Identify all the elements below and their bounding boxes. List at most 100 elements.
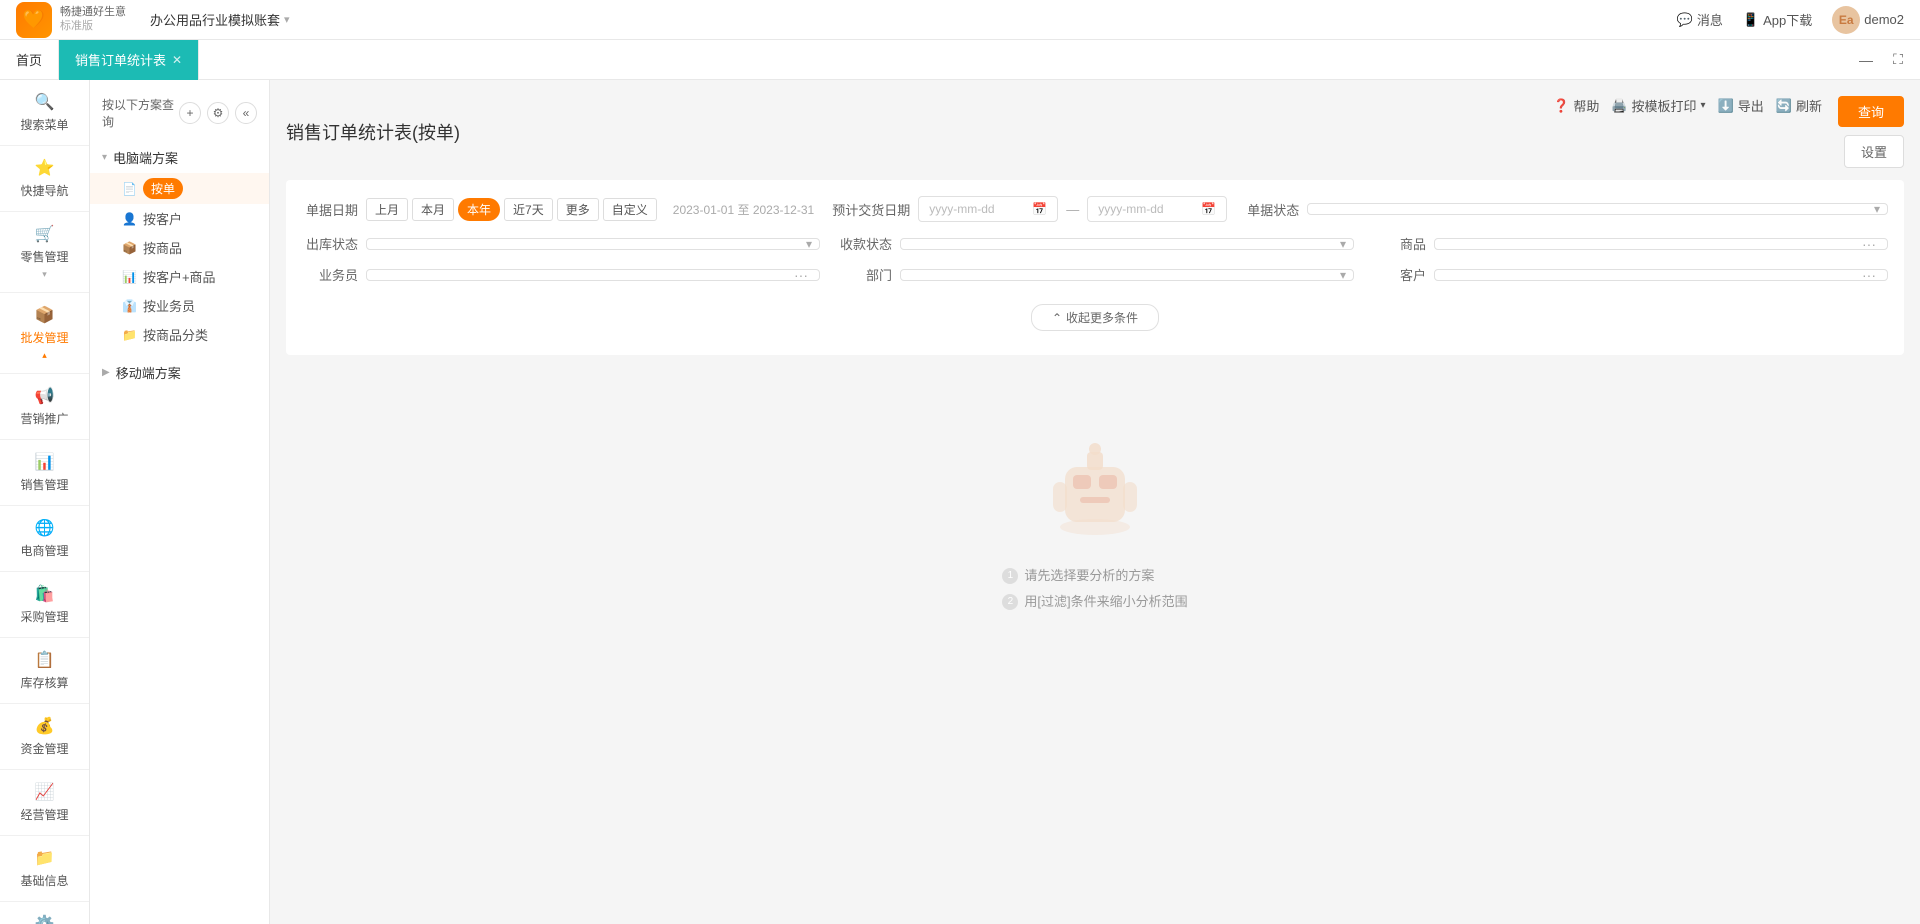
tree-child-by-customer-goods[interactable]: 📊 按客户+商品 [90, 262, 269, 291]
filter-row-1: 单据日期 上月 本月 本年 近7天 更多 自定义 2023-01-01 至 20… [302, 196, 1888, 222]
sidebar-item-sales[interactable]: 📊 销售管理 [0, 440, 89, 506]
chevron-down-icon: ▾ [1340, 268, 1346, 282]
tab-bar: 首页 销售订单统计表 ✕ — ⛶ [0, 40, 1920, 80]
sales-icon: 📊 [35, 452, 55, 472]
inventory-icon: 📋 [35, 650, 55, 670]
help-icon: ❓ [1553, 98, 1569, 114]
doc-status-select[interactable] [1307, 203, 1888, 215]
salesman-icon: 👔 [122, 299, 137, 313]
tree-child-by-goods[interactable]: 📦 按商品 [90, 233, 269, 262]
export-icon: ⬇️ [1718, 98, 1734, 114]
empty-state: 1 请先选择要分析的方案 2 用[过滤]条件来缩小分析范围 [286, 367, 1904, 675]
system-icon: ⚙️ [35, 914, 55, 924]
sidebar-item-inventory[interactable]: 📋 库存核算 [0, 638, 89, 704]
collapse-panel-btn[interactable]: « [235, 102, 257, 124]
salesman-more-icon[interactable]: ··· [790, 267, 812, 283]
customer-select[interactable] [1434, 269, 1888, 281]
sidebar-item-purchase[interactable]: 🛍️ 采购管理 [0, 572, 89, 638]
last-month-btn[interactable]: 上月 [366, 198, 408, 221]
sidebar-item-ecommerce[interactable]: 🌐 电商管理 [0, 506, 89, 572]
tree-child-by-order[interactable]: 📄 按单 [90, 173, 269, 204]
sidebar-item-retail[interactable]: 🛒 零售管理 ▾ [0, 212, 89, 293]
user-avatar-btn[interactable]: Ea demo2 [1832, 6, 1904, 34]
sidebar-item-marketing[interactable]: 📢 营销推广 [0, 374, 89, 440]
payment-status-label: 收款状态 [836, 234, 892, 253]
out-status-select[interactable] [366, 238, 820, 250]
this-month-btn[interactable]: 本月 [412, 198, 454, 221]
chevron-down-icon: ▾ [42, 269, 47, 280]
this-year-btn[interactable]: 本年 [458, 198, 500, 221]
sidebar-item-wholesale[interactable]: 📦 批发管理 ▴ [0, 293, 89, 374]
expected-date-end[interactable]: yyyy-mm-dd 📅 [1087, 196, 1227, 222]
doc-status-label: 单据状态 [1243, 200, 1299, 219]
add-scheme-btn[interactable]: + [179, 102, 201, 124]
chevron-down-icon: ▾ [1874, 202, 1880, 216]
sidebar-item-search[interactable]: 🔍 搜索菜单 [0, 80, 89, 146]
sidebar-item-finance[interactable]: 💰 资金管理 [0, 704, 89, 770]
customer-more-icon[interactable]: ··· [1858, 267, 1880, 283]
sidebar-item-system[interactable]: ⚙️ 系统管理 [0, 902, 89, 924]
retail-icon: 🛒 [35, 224, 55, 244]
goods-label: 商品 [1370, 234, 1426, 253]
brand-name: 畅捷通好生意 标准版 [60, 6, 126, 32]
export-btn[interactable]: ⬇️ 导出 [1718, 96, 1764, 115]
query-button[interactable]: 查询 [1838, 96, 1904, 127]
refresh-btn[interactable]: 🔄 刷新 [1776, 96, 1822, 115]
template-print-btn[interactable]: 🖨️ 按模板打印 ▾ [1611, 96, 1705, 115]
sidebar-item-quick-nav[interactable]: ⭐ 快捷导航 [0, 146, 89, 212]
collapse-more-btn[interactable]: ⌃ 收起更多条件 [1031, 304, 1159, 331]
settings-scheme-btn[interactable]: ⚙ [207, 102, 229, 124]
customer-icon: 👤 [122, 212, 137, 226]
tree-child-by-category[interactable]: 📁 按商品分类 [90, 320, 269, 349]
payment-status-select[interactable] [900, 238, 1354, 250]
tab-close-icon[interactable]: ✕ [172, 53, 182, 67]
expected-date-start[interactable]: yyyy-mm-dd 📅 [918, 196, 1058, 222]
tree-child-by-salesman[interactable]: 👔 按业务员 [90, 291, 269, 320]
customer-label: 客户 [1370, 265, 1426, 284]
goods-select[interactable] [1434, 238, 1888, 250]
custom-date-btn[interactable]: 自定义 [603, 198, 657, 221]
tree-child-by-customer[interactable]: 👤 按客户 [90, 204, 269, 233]
pc-scheme-parent[interactable]: ▾ 电脑端方案 [90, 142, 269, 173]
expected-date-label: 预计交货日期 [830, 200, 910, 219]
finance-icon: 💰 [35, 716, 55, 736]
pc-tree-section: ▾ 电脑端方案 📄 按单 👤 按客户 📦 按商品 📊 按客户+商品 [90, 138, 269, 353]
panel-header-actions: + ⚙ « [179, 102, 257, 124]
sidebar-item-basic-info[interactable]: 📁 基础信息 [0, 836, 89, 902]
app-download-btn[interactable]: 📱 App下载 [1743, 10, 1812, 29]
wholesale-icon: 📦 [35, 305, 55, 325]
right-main: 销售订单统计表(按单) ❓ 帮助 🖨️ 按模板打印 ▾ ⬇️ [270, 80, 1920, 924]
query-btn-col: 查询 设置 [1838, 96, 1904, 168]
message-btn[interactable]: 💬 消息 [1677, 10, 1723, 29]
content-area: 按以下方案查询 + ⚙ « ▾ 电脑端方案 [90, 80, 1920, 924]
salesman-select[interactable] [366, 269, 820, 281]
ecommerce-icon: 🌐 [35, 518, 55, 538]
refresh-icon: 🔄 [1776, 98, 1792, 114]
brand-logo: 🧡 [16, 2, 52, 38]
basic-info-icon: 📁 [35, 848, 55, 868]
out-status-label: 出库状态 [302, 234, 358, 253]
help-btn[interactable]: ❓ 帮助 [1553, 96, 1599, 115]
print-icon: 🖨️ [1611, 98, 1627, 114]
tab-maximize-btn[interactable]: ⛶ [1884, 46, 1912, 74]
tab-minimize-btn[interactable]: — [1852, 46, 1880, 74]
mobile-scheme-parent[interactable]: ▶ 移动端方案 [90, 357, 269, 388]
chevron-down-icon: ▾ [284, 13, 290, 26]
date-buttons: 上月 本月 本年 近7天 更多 自定义 [366, 198, 657, 221]
tab-bar-actions: — ⛶ [1852, 46, 1920, 74]
marketing-icon: 📢 [35, 386, 55, 406]
sidebar-item-operations[interactable]: 📈 经营管理 [0, 770, 89, 836]
customer-goods-icon: 📊 [122, 270, 137, 284]
category-icon: 📁 [122, 328, 137, 342]
mobile-tree-section: ▶ 移动端方案 [90, 353, 269, 392]
last-7days-btn[interactable]: 近7天 [504, 198, 553, 221]
dept-select[interactable] [900, 269, 1354, 281]
tab-sales-order[interactable]: 销售订单统计表 ✕ [59, 40, 199, 80]
tab-home[interactable]: 首页 [0, 40, 59, 80]
goods-more-icon[interactable]: ··· [1858, 236, 1880, 252]
top-bar: 🧡 畅捷通好生意 标准版 办公用品行业模拟账套 ▾ 💬 消息 📱 App下载 E… [0, 0, 1920, 40]
more-date-btn[interactable]: 更多 [557, 198, 599, 221]
app-selector[interactable]: 办公用品行业模拟账套 ▾ [150, 10, 290, 29]
hint-item-1: 1 请先选择要分析的方案 [1002, 563, 1187, 589]
setting-button[interactable]: 设置 [1844, 135, 1904, 168]
